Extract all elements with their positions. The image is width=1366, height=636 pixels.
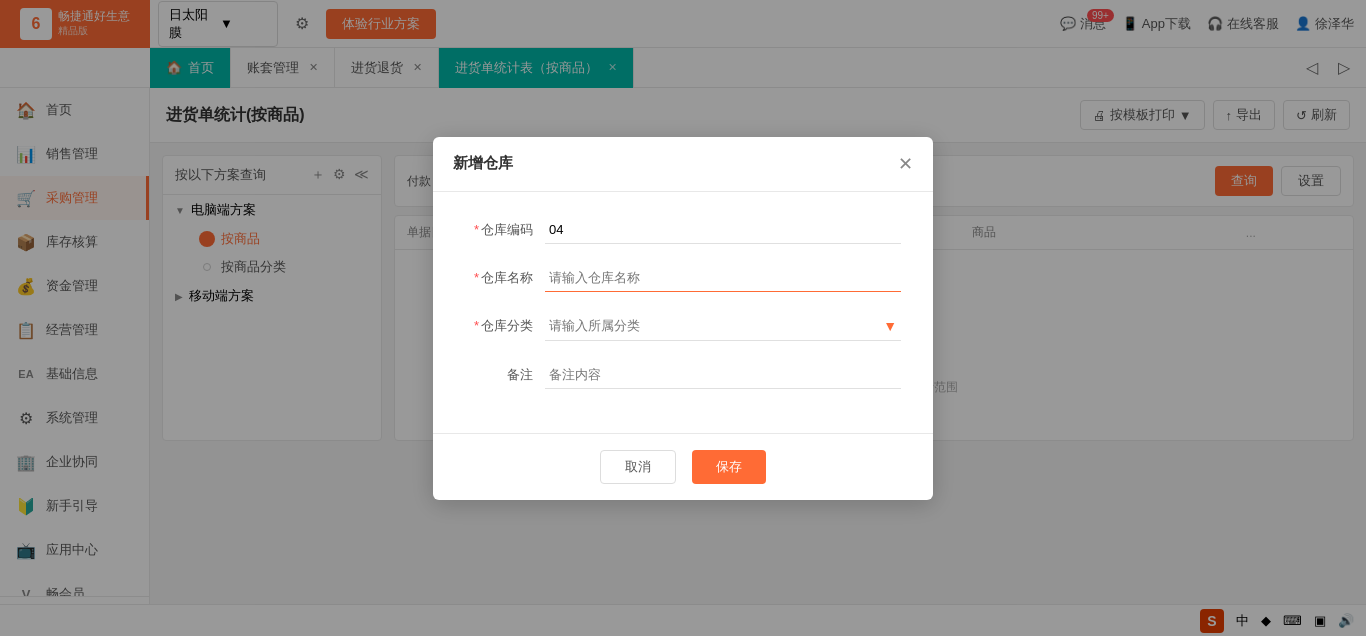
code-input[interactable] <box>545 216 901 244</box>
modal-close-button[interactable]: ✕ <box>898 153 913 175</box>
form-row-code: 仓库编码 <box>465 216 901 244</box>
modal-overlay: 新增仓库 ✕ 仓库编码 仓库名称 仓库分类 ▼ <box>0 0 1366 636</box>
remark-label: 备注 <box>465 366 545 384</box>
name-input[interactable] <box>545 264 901 292</box>
category-label: 仓库分类 <box>465 317 545 335</box>
form-row-name: 仓库名称 <box>465 264 901 292</box>
category-select[interactable]: ▼ <box>545 312 901 341</box>
category-dropdown-icon[interactable]: ▼ <box>883 318 897 334</box>
modal-body: 仓库编码 仓库名称 仓库分类 ▼ 备注 <box>433 192 933 433</box>
name-label: 仓库名称 <box>465 269 545 287</box>
form-row-category: 仓库分类 ▼ <box>465 312 901 341</box>
code-label: 仓库编码 <box>465 221 545 239</box>
cancel-button[interactable]: 取消 <box>600 450 676 484</box>
modal-title: 新增仓库 <box>453 154 513 173</box>
category-input[interactable] <box>549 318 883 333</box>
modal-footer: 取消 保存 <box>433 433 933 500</box>
form-row-remark: 备注 <box>465 361 901 389</box>
modal-header: 新增仓库 ✕ <box>433 137 933 192</box>
remark-input[interactable] <box>545 361 901 389</box>
save-button[interactable]: 保存 <box>692 450 766 484</box>
add-warehouse-modal: 新增仓库 ✕ 仓库编码 仓库名称 仓库分类 ▼ <box>433 137 933 500</box>
